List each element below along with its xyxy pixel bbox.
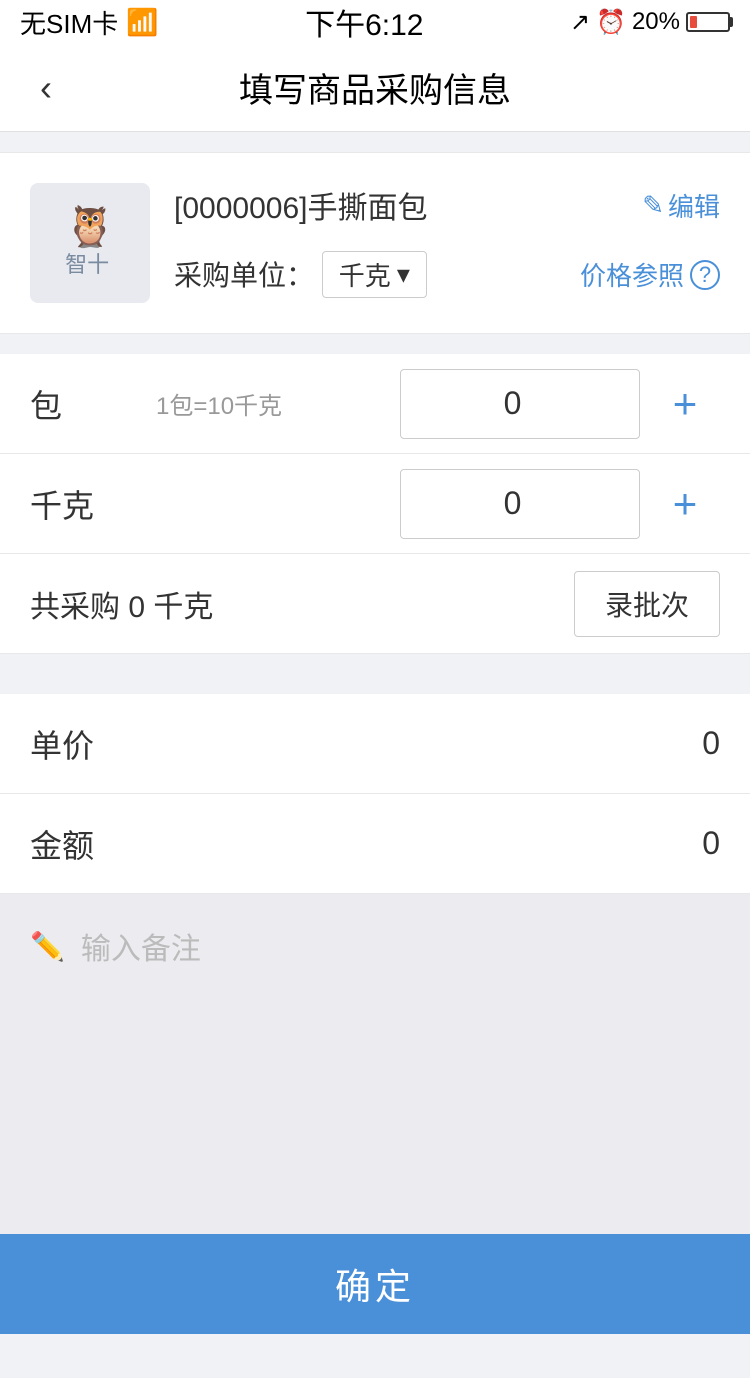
battery-fill [690,16,697,28]
location-icon: ↗ [570,8,590,37]
page-title: 填写商品采购信息 [239,63,511,112]
no-sim-label: 无SIM卡 [20,4,118,41]
amount-label: 金额 [30,821,94,867]
amount-value: 0 [702,825,720,862]
section-divider-2 [0,654,750,674]
kg-plus-button[interactable]: + [650,469,720,539]
unit-price-row: 单价 0 [0,694,750,794]
notes-section[interactable]: ✏️ 输入备注 [0,894,750,998]
product-name: [0000006]手撕面包 [174,183,427,227]
batch-button[interactable]: 录批次 [574,571,720,637]
summary-row: 共采购 0 千克 录批次 [0,554,750,654]
product-logo-icon: 🦉 [65,207,115,247]
product-logo-text: 智十 [65,247,115,279]
dropdown-icon: ▾ [397,259,410,290]
quantity-section: 包 1包=10千克 + 千克 + [0,354,750,554]
unit-select[interactable]: 千克 ▾ [322,251,427,298]
product-image: 🦉 智十 [30,183,150,303]
product-card: 🦉 智十 [0000006]手撕面包 ✎ 编辑 采购单位： 千克 [0,152,750,334]
bag-input-row: 包 1包=10千克 + [0,354,750,454]
price-ref-button[interactable]: 价格参照 ? [580,256,720,293]
alarm-icon: ⏰ [596,8,626,37]
section-divider-1 [0,334,750,354]
kg-quantity-input[interactable] [400,469,640,539]
kg-label: 千克 [30,481,150,527]
unit-price-label: 单价 [30,721,94,767]
purchase-unit-row: 采购单位： 千克 ▾ 价格参照 ? [174,251,720,298]
edit-button[interactable]: ✎ 编辑 [642,187,720,224]
amount-row: 金额 0 [0,794,750,894]
purchase-unit-label: 采购单位： [174,260,314,291]
price-ref-label: 价格参照 [580,256,684,293]
battery-percent: 20% [632,8,680,36]
price-section: 单价 0 金额 0 [0,694,750,894]
purchase-unit-label-group: 采购单位： 千克 ▾ [174,251,427,298]
bag-label: 包 [30,381,150,427]
kg-input-row: 千克 + [0,454,750,554]
status-right: ↗ ⏰ 20% [570,8,730,37]
price-ref-info-icon: ? [690,260,720,290]
bag-sub-label: 1包=10千克 [156,386,282,421]
edit-icon: ✎ [642,190,664,221]
bag-quantity-input[interactable] [400,369,640,439]
summary-text: 共采购 0 千克 [30,582,213,626]
status-time: 下午6:12 [305,0,423,44]
bag-plus-button[interactable]: + [650,369,720,439]
battery-bar [686,12,730,32]
nav-bar: ‹ 填写商品采购信息 [0,44,750,132]
status-left: 无SIM卡 📶 [20,4,159,41]
status-bar: 无SIM卡 📶 下午6:12 ↗ ⏰ 20% [0,0,750,44]
notes-placeholder: 输入备注 [81,924,201,968]
confirm-button[interactable]: 确定 [0,1234,750,1334]
back-button[interactable]: ‹ [30,57,62,119]
product-info: [0000006]手撕面包 ✎ 编辑 采购单位： 千克 ▾ 价格参照 ? [174,183,720,298]
product-name-row: [0000006]手撕面包 ✎ 编辑 [174,183,720,227]
pencil-icon: ✏️ [30,930,65,963]
wifi-icon: 📶 [126,7,158,38]
unit-price-value: 0 [702,725,720,762]
